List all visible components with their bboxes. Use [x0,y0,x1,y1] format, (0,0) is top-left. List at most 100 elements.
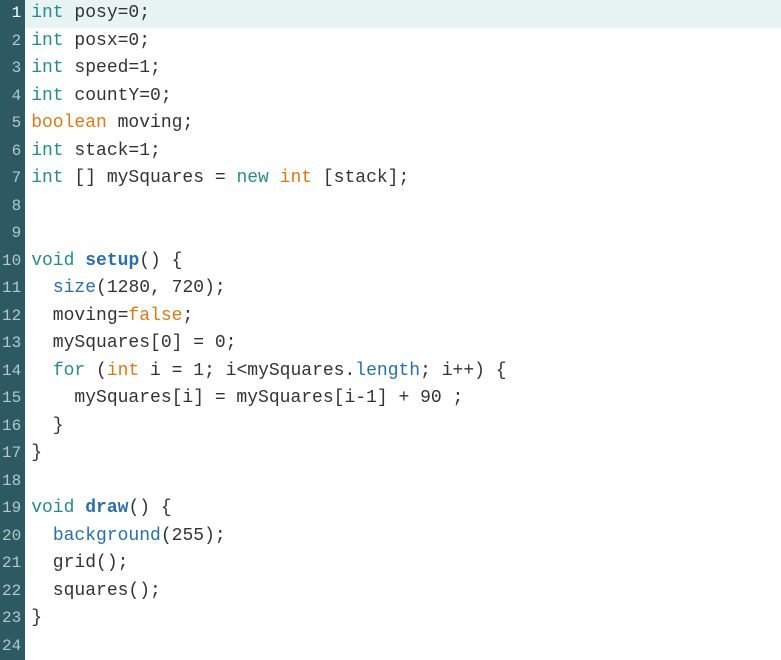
code-token: ] + [377,388,420,408]
line-number: 4 [2,83,21,111]
code-line[interactable]: int [] mySquares = new int [stack]; [25,165,781,193]
code-token: 0 [150,86,161,106]
code-token: new [236,168,268,188]
line-number: 24 [2,633,21,660]
code-token: posx= [64,31,129,51]
code-token: 0 [161,333,172,353]
code-token: } [31,443,42,463]
code-line[interactable]: void draw() { [25,495,781,523]
code-token: boolean [31,113,107,133]
code-line[interactable]: } [25,440,781,468]
code-token: 1280 [107,278,150,298]
code-token: () { [128,498,171,518]
code-token: ; [150,58,161,78]
code-token: void [31,251,74,271]
code-line[interactable] [25,193,781,221]
code-token: 0 [128,3,139,23]
line-number: 22 [2,578,21,606]
code-token: mySquares[i] = mySquares[i- [31,388,366,408]
code-token: } [31,608,42,628]
code-token: setup [85,251,139,271]
code-token: int [31,86,63,106]
code-token: int [107,361,139,381]
code-token: ); [204,278,226,298]
code-line[interactable]: background(255); [25,523,781,551]
code-token: ); [204,526,226,546]
code-line[interactable]: moving=false; [25,303,781,331]
code-line[interactable]: int posx=0; [25,28,781,56]
code-token: ; [182,306,193,326]
code-line[interactable]: for (int i = 1; i<mySquares.length; i++)… [25,358,781,386]
line-number: 16 [2,413,21,441]
code-token: 1 [139,58,150,78]
line-number: 21 [2,550,21,578]
code-token: 720 [172,278,204,298]
code-line[interactable] [25,633,781,660]
code-line[interactable]: } [25,413,781,441]
line-number: 5 [2,110,21,138]
code-token: int [280,168,312,188]
code-token: } [31,416,63,436]
code-token: ( [96,278,107,298]
code-token: draw [85,498,128,518]
code-token: moving= [31,306,128,326]
code-token: ( [161,526,172,546]
code-line[interactable]: boolean moving; [25,110,781,138]
code-editor-area[interactable]: int posy=0;int posx=0;int speed=1;int co… [25,0,781,660]
code-line[interactable]: grid(); [25,550,781,578]
code-token: size [53,278,96,298]
code-token: speed= [64,58,140,78]
code-line[interactable]: int posy=0; [25,0,781,28]
code-token: grid(); [31,553,128,573]
code-line[interactable] [25,468,781,496]
line-number: 10 [2,248,21,276]
code-token: length [355,361,420,381]
code-token: stack= [64,141,140,161]
code-token: posy= [64,3,129,23]
code-token: ; [442,388,464,408]
code-token: int [31,31,63,51]
code-line[interactable]: squares(); [25,578,781,606]
line-number: 13 [2,330,21,358]
code-token: ; [139,31,150,51]
code-token: ; [139,3,150,23]
code-line[interactable]: size(1280, 720); [25,275,781,303]
line-number: 9 [2,220,21,248]
code-token: int [31,58,63,78]
line-number: 18 [2,468,21,496]
code-token [31,278,53,298]
code-line[interactable]: int countY=0; [25,83,781,111]
code-token: int [31,141,63,161]
line-number: 11 [2,275,21,303]
code-token: 1 [193,361,204,381]
line-number: 20 [2,523,21,551]
code-token [31,526,53,546]
code-token: ; i<mySquares. [204,361,355,381]
code-token: 0 [215,333,226,353]
code-token: ; [161,86,172,106]
line-number: 3 [2,55,21,83]
code-token: 90 [420,388,442,408]
code-token: 1 [366,388,377,408]
code-token: countY= [64,86,150,106]
code-token: ( [85,361,107,381]
code-token: mySquares[ [31,333,161,353]
code-token: ] = [172,333,215,353]
line-number-gutter: 123456789101112131415161718192021222324 [0,0,25,660]
code-token: i = [139,361,193,381]
code-token: [stack]; [312,168,409,188]
code-line[interactable]: mySquares[i] = mySquares[i-1] + 90 ; [25,385,781,413]
line-number: 1 [2,0,21,28]
code-token: squares(); [31,581,161,601]
code-token [269,168,280,188]
line-number: 12 [2,303,21,331]
line-number: 15 [2,385,21,413]
code-token: false [128,306,182,326]
code-line[interactable]: int speed=1; [25,55,781,83]
code-token: background [53,526,161,546]
code-line[interactable]: mySquares[0] = 0; [25,330,781,358]
code-line[interactable] [25,220,781,248]
code-line[interactable]: void setup() { [25,248,781,276]
code-line[interactable]: } [25,605,781,633]
code-line[interactable]: int stack=1; [25,138,781,166]
